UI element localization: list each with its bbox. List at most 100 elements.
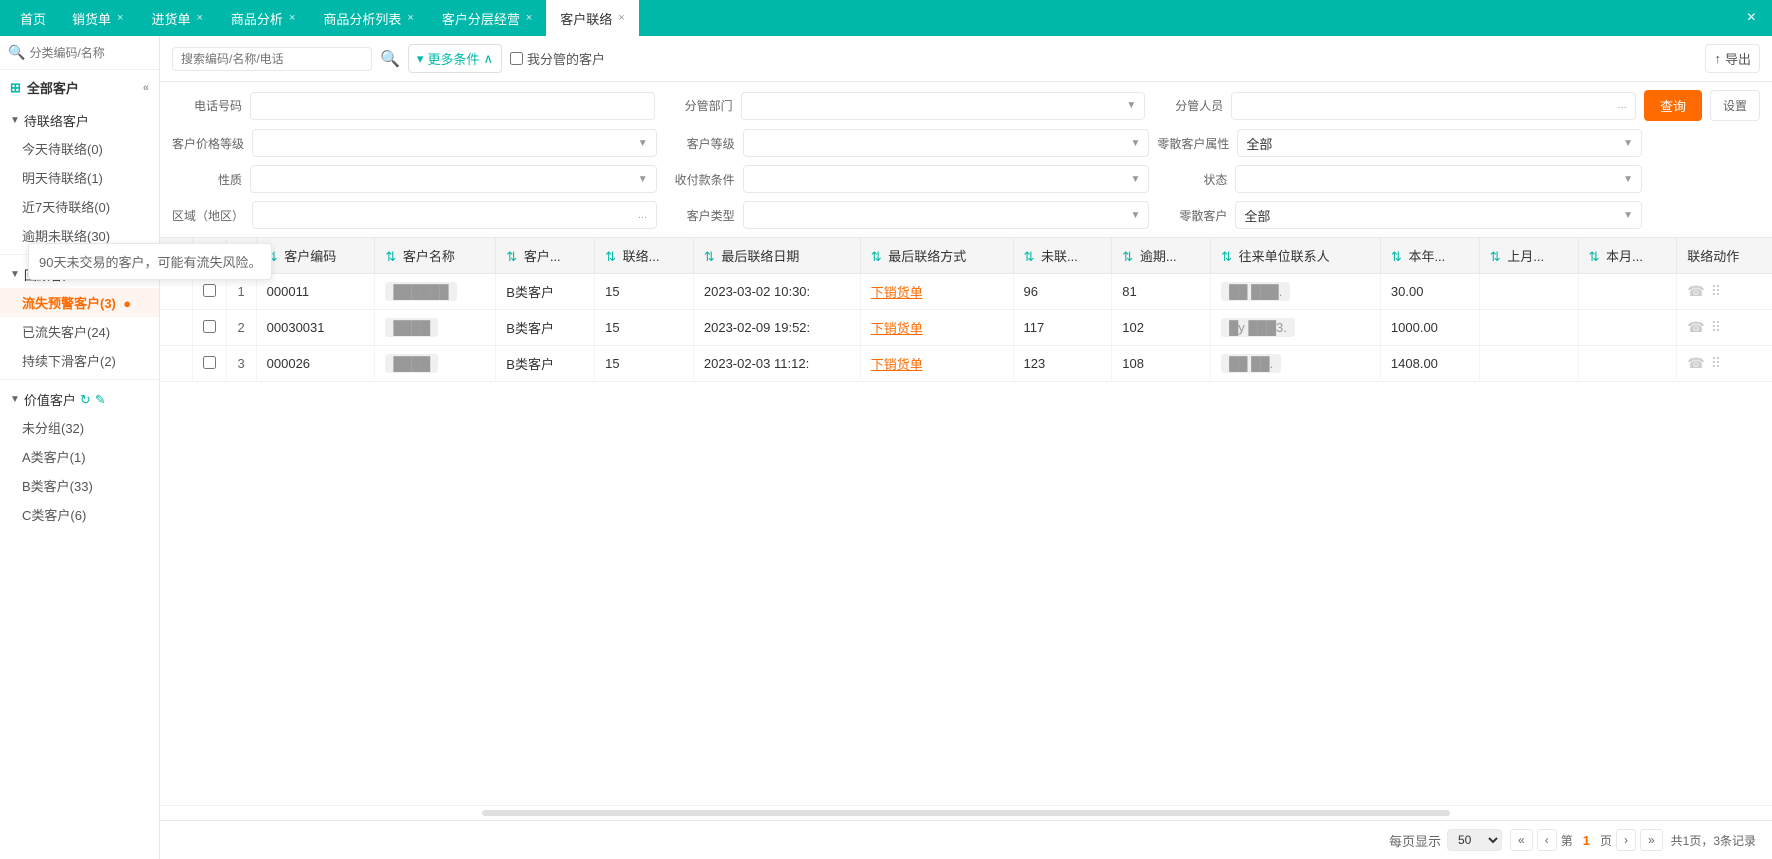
sidebar-item-today[interactable]: 今天待联络(0)	[0, 134, 159, 163]
phone-input[interactable]	[250, 92, 655, 120]
row2-unit-blurred: █y ███3.	[1221, 318, 1295, 337]
row3-phone-icon[interactable]: ☎	[1687, 355, 1704, 372]
settings-button[interactable]: 设置	[1710, 90, 1760, 121]
more-conditions-button[interactable]: ▾ 更多条件 ∧	[408, 44, 502, 73]
status-select[interactable]: ▼	[1235, 165, 1642, 193]
sidebar-item-class-b[interactable]: B类客户(33)	[0, 471, 159, 500]
nav-item-home[interactable]: 首页	[8, 0, 58, 36]
zero-customer-select[interactable]: 全部 ▼	[1235, 201, 1642, 229]
value-refresh-icon[interactable]: ↻	[80, 392, 91, 408]
first-page-button[interactable]: «	[1510, 829, 1533, 851]
row3-check[interactable]	[203, 356, 216, 369]
prev-page-button[interactable]: ‹	[1537, 829, 1557, 851]
nav-customer-tier-close[interactable]: ×	[526, 12, 532, 24]
customer-type-chevron: ▼	[1130, 210, 1140, 221]
sidebar-item-ungroup[interactable]: 未分组(32)	[0, 413, 159, 442]
nav-analysis-list-close[interactable]: ×	[407, 12, 413, 24]
advanced-filter-panel: 电话号码 分管部门 ▼ 分管人员 …	[160, 82, 1772, 238]
filter-field-price-grade: 客户价格等级 ▼	[172, 129, 657, 157]
row3-method[interactable]: 下销货单	[860, 346, 1013, 382]
price-grade-select[interactable]: ▼	[252, 129, 657, 157]
row3-date: 2023-02-03 11:12:	[693, 346, 860, 382]
sidebar-item-class-c[interactable]: C类客户(6)	[0, 500, 159, 529]
row2-settings	[160, 310, 192, 346]
sidebar-group-value[interactable]: ▼ 价值客户 ↻ ✎	[0, 384, 159, 413]
ungroup-label: 未分组(32)	[22, 421, 84, 436]
filter-field-phone: 电话号码	[172, 92, 655, 120]
nav-item-purchase[interactable]: 进货单 ×	[137, 0, 216, 36]
sidebar-group-pending[interactable]: ▼ 待联络客户	[0, 105, 159, 134]
row2-method[interactable]: 下销货单	[860, 310, 1013, 346]
dept-select[interactable]: ▼	[741, 92, 1146, 120]
overdue-label: 逾期未联络(30)	[22, 229, 110, 244]
row3-method-link[interactable]: 下销货单	[871, 357, 923, 372]
nav-item-analysis-list[interactable]: 商品分析列表 ×	[309, 0, 427, 36]
row3-more-icon[interactable]: ⠿	[1711, 355, 1721, 372]
my-customers-checkbox[interactable]	[510, 52, 523, 65]
nav-item-analysis[interactable]: 商品分析 ×	[217, 0, 309, 36]
nav-analysis-close[interactable]: ×	[289, 12, 295, 24]
row1-method[interactable]: 下销货单	[860, 274, 1013, 310]
customer-grade-select[interactable]: ▼	[743, 129, 1150, 157]
nav-sales-close[interactable]: ×	[117, 12, 123, 24]
sidebar-item-tomorrow[interactable]: 明天待联络(1)	[0, 163, 159, 192]
row2-check[interactable]	[203, 320, 216, 333]
person-select[interactable]: …	[1231, 92, 1636, 120]
export-icon: ↑	[1714, 51, 1721, 66]
sidebar-item-churned[interactable]: 已流失客户(24)	[0, 317, 159, 346]
nav-item-sales[interactable]: 销货单 ×	[58, 0, 137, 36]
search-input[interactable]	[172, 47, 372, 71]
row3-code: 000026	[256, 346, 375, 382]
query-button[interactable]: 查询	[1644, 90, 1702, 121]
row2-phone-icon[interactable]: ☎	[1687, 319, 1704, 336]
sidebar-all-customers[interactable]: ⊞ 全部客户 «	[0, 70, 159, 105]
sidebar-item-class-a[interactable]: A类客户(1)	[0, 442, 159, 471]
search-button[interactable]: 🔍	[380, 49, 400, 69]
col-name: ⇅ 客户名称	[375, 238, 496, 274]
export-button[interactable]: ↑ 导出	[1705, 44, 1760, 73]
row2-method-link[interactable]: 下销货单	[871, 321, 923, 336]
row2-overdue: 102	[1112, 310, 1211, 346]
last-page-button[interactable]: »	[1640, 829, 1663, 851]
col-this-year-sort-icon: ⇅	[1391, 249, 1402, 264]
my-customers-toggle[interactable]: 我分管的客户	[510, 49, 605, 68]
region-dots: …	[638, 210, 648, 221]
sidebar-item-churn-warning[interactable]: 流失预警客户(3) ●	[0, 288, 159, 317]
pagination-bar: 每页显示 50 100 « ‹ 第 1 页 › » 共1页，3条记录	[160, 820, 1772, 859]
current-page: 1	[1577, 830, 1596, 851]
window-close-button[interactable]: ×	[1739, 9, 1764, 27]
row1-phone-icon[interactable]: ☎	[1687, 283, 1704, 300]
sidebar-item-declining[interactable]: 持续下滑客户(2)	[0, 346, 159, 375]
nav-item-customer-tier[interactable]: 客户分层经营 ×	[428, 0, 546, 36]
nav-customer-contact-close[interactable]: ×	[618, 12, 624, 24]
nav-purchase-close[interactable]: ×	[196, 12, 202, 24]
row1-check[interactable]	[203, 284, 216, 297]
per-page-select[interactable]: 50 100	[1447, 829, 1502, 851]
sidebar-item-7days[interactable]: 近7天待联络(0)	[0, 192, 159, 221]
row2-checkbox[interactable]	[192, 310, 226, 346]
region-label: 区域（地区）	[172, 207, 244, 224]
customer-type-select[interactable]: ▼	[743, 201, 1150, 229]
payment-select[interactable]: ▼	[743, 165, 1150, 193]
value-edit-icon[interactable]: ✎	[95, 392, 106, 408]
row1-contacts: 15	[595, 274, 694, 310]
nav-item-customer-contact[interactable]: 客户联络 ×	[546, 0, 638, 36]
row2-more-icon[interactable]: ⠿	[1711, 319, 1721, 336]
sidebar-search-input[interactable]	[29, 46, 160, 60]
row2-name: ████	[375, 310, 496, 346]
zero-customer-value: 全部	[1244, 206, 1270, 225]
filter-field-status: 状态 ▼	[1157, 165, 1642, 193]
row1-method-link[interactable]: 下销货单	[871, 285, 923, 300]
col-unit-contact: ⇅ 往来单位联系人	[1211, 238, 1381, 274]
horizontal-scrollbar[interactable]	[160, 805, 1772, 820]
row1-more-icon[interactable]: ⠿	[1711, 283, 1721, 300]
zero-attr-select[interactable]: 全部 ▼	[1237, 129, 1642, 157]
nature-select[interactable]: ▼	[250, 165, 657, 193]
price-grade-label: 客户价格等级	[172, 135, 244, 152]
row3-checkbox[interactable]	[192, 346, 226, 382]
col-contacts: ⇅ 联络...	[595, 238, 694, 274]
filter-row-1: 电话号码 分管部门 ▼ 分管人员 …	[172, 90, 1760, 121]
row3-overdue: 108	[1112, 346, 1211, 382]
next-page-button[interactable]: ›	[1616, 829, 1636, 851]
region-select[interactable]: …	[252, 201, 657, 229]
